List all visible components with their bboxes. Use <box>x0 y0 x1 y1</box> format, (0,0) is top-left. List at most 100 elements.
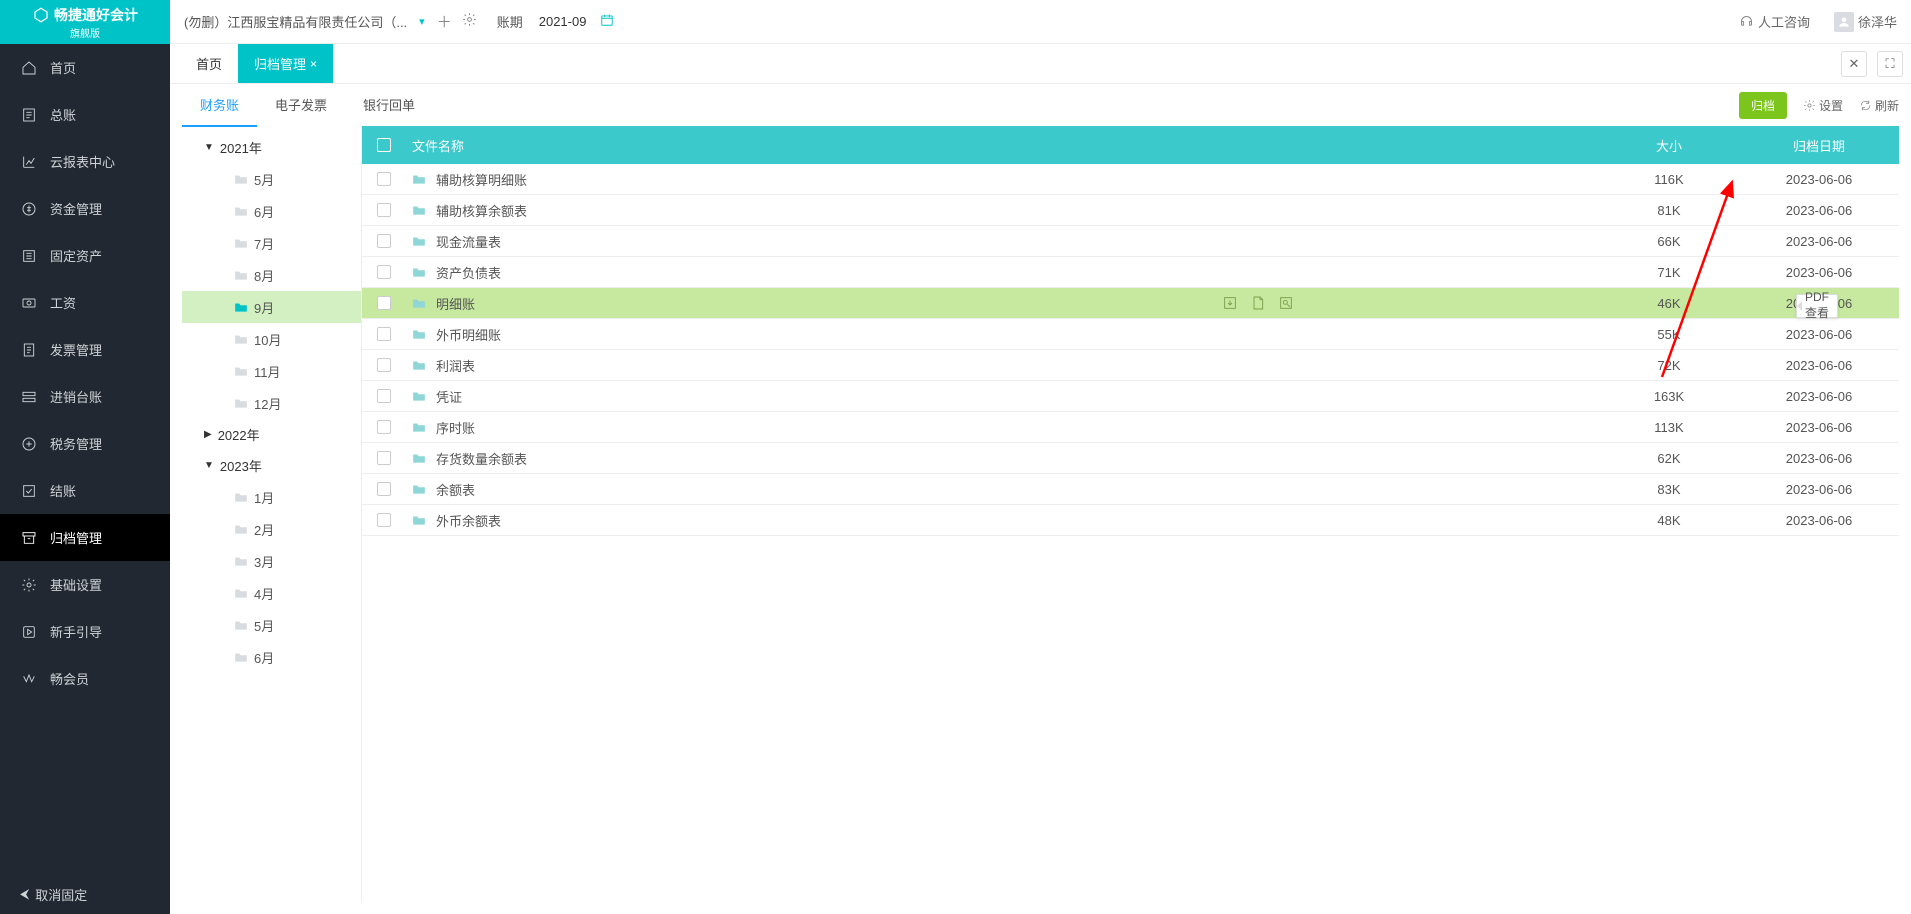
close-all-button[interactable]: ✕ <box>1841 51 1867 77</box>
file-size: 116K <box>1599 172 1739 187</box>
sidebar-item-salary[interactable]: 工资 <box>0 279 170 326</box>
unpin-button[interactable]: ⮜ 取消固定 <box>0 874 170 914</box>
sidebar-item-ledger[interactable]: 总账 <box>0 91 170 138</box>
folder-icon <box>234 205 248 217</box>
close-icon[interactable]: × <box>310 57 317 71</box>
pdf-icon[interactable] <box>1249 294 1267 312</box>
row-checkbox[interactable] <box>377 203 391 217</box>
table-row[interactable]: 明细账PDF查看46K2023-06-06 <box>362 288 1899 319</box>
file-name: 明细账 <box>436 294 475 313</box>
chevron-down-icon[interactable]: ▾ <box>419 15 425 28</box>
sidebar-item-guide[interactable]: 新手引导 <box>0 608 170 655</box>
row-checkbox[interactable] <box>377 513 391 527</box>
tree-month[interactable]: 7月 <box>182 227 361 259</box>
tree-month[interactable]: 5月 <box>182 163 361 195</box>
tree-month-label: 3月 <box>254 552 274 571</box>
table-row[interactable]: 现金流量表66K2023-06-06 <box>362 226 1899 257</box>
sidebar-item-chart[interactable]: 云报表中心 <box>0 138 170 185</box>
row-checkbox[interactable] <box>377 172 391 186</box>
folder-icon <box>412 297 426 309</box>
subtab-1[interactable]: 电子发票 <box>257 84 345 127</box>
file-date: 2023-06-06 <box>1739 172 1899 187</box>
row-checkbox[interactable] <box>377 389 391 403</box>
tree-month[interactable]: 11月 <box>182 355 361 387</box>
logo[interactable]: 畅捷通好会计 旗舰版 <box>0 0 170 44</box>
sidebar-item-money[interactable]: 资金管理 <box>0 185 170 232</box>
refresh-button[interactable]: 刷新 <box>1859 97 1899 114</box>
settings-button[interactable]: 设置 <box>1803 97 1843 114</box>
sidebar-item-asset[interactable]: 固定资产 <box>0 232 170 279</box>
fullscreen-button[interactable]: ⛶ <box>1877 51 1903 77</box>
table-row[interactable]: 辅助核算明细账116K2023-06-06 <box>362 164 1899 195</box>
row-checkbox[interactable] <box>377 327 391 341</box>
file-name: 外币明细账 <box>436 325 501 344</box>
settings-icon <box>20 576 38 594</box>
sidebar-item-home[interactable]: 首页 <box>0 44 170 91</box>
table-row[interactable]: 凭证163K2023-06-06 <box>362 381 1899 412</box>
folder-icon <box>412 328 426 340</box>
file-size: 55K <box>1599 327 1739 342</box>
period-value[interactable]: 2021-09 <box>539 14 587 29</box>
sidebar-item-close[interactable]: 结账 <box>0 467 170 514</box>
table-row[interactable]: 余额表83K2023-06-06 <box>362 474 1899 505</box>
row-checkbox[interactable] <box>377 420 391 434</box>
company-selector[interactable]: (勿删）江西服宝精品有限责任公司（... <box>184 12 407 31</box>
row-checkbox[interactable] <box>377 451 391 465</box>
row-checkbox[interactable] <box>377 265 391 279</box>
sidebar-item-settings[interactable]: 基础设置 <box>0 561 170 608</box>
subtab-2[interactable]: 银行回单 <box>345 84 433 127</box>
tree-month[interactable]: 10月 <box>182 323 361 355</box>
sidebar-item-vip[interactable]: 畅会员 <box>0 655 170 702</box>
tree-month[interactable]: 9月 <box>182 291 361 323</box>
tab-label: 归档管理 <box>254 54 306 73</box>
add-icon[interactable]: ＋ <box>437 11 452 32</box>
table-row[interactable]: 序时账113K2023-06-06 <box>362 412 1899 443</box>
calendar-icon[interactable] <box>600 13 614 30</box>
archive-button[interactable]: 归档 <box>1739 92 1787 119</box>
consult-button[interactable]: 人工咨询 <box>1739 12 1810 31</box>
logo-text: 畅捷通好会计 <box>54 5 138 25</box>
row-checkbox[interactable] <box>377 234 391 248</box>
tree-month[interactable]: 8月 <box>182 259 361 291</box>
file-date: 2023-06-06 <box>1739 203 1899 218</box>
file-date: 2023-06-06 <box>1739 513 1899 528</box>
preview-icon[interactable] <box>1277 294 1295 312</box>
tree-month[interactable]: 12月 <box>182 387 361 419</box>
tree-month[interactable]: 1月 <box>182 481 361 513</box>
sidebar-item-stock[interactable]: 进销台账 <box>0 373 170 420</box>
subtab-0[interactable]: 财务账 <box>182 84 257 127</box>
tree-month-label: 4月 <box>254 584 274 603</box>
folder-icon <box>412 359 426 371</box>
row-checkbox[interactable] <box>377 296 391 310</box>
tree-year[interactable]: ▶2022年 <box>182 419 361 450</box>
row-checkbox[interactable] <box>377 358 391 372</box>
tree-month[interactable]: 6月 <box>182 195 361 227</box>
table-row[interactable]: 外币明细账55K2023-06-06 <box>362 319 1899 350</box>
tree-month-label: 5月 <box>254 616 274 635</box>
tree-year[interactable]: ▼2021年 <box>182 132 361 163</box>
sidebar-item-tax[interactable]: 税务管理 <box>0 420 170 467</box>
table-row[interactable]: 外币余额表48K2023-06-06 <box>362 505 1899 536</box>
tree-year[interactable]: ▼2023年 <box>182 450 361 481</box>
table-row[interactable]: 利润表72K2023-06-06 <box>362 350 1899 381</box>
select-all-checkbox[interactable] <box>377 138 391 152</box>
tab-0[interactable]: 首页 <box>180 44 238 83</box>
tree-month[interactable]: 4月 <box>182 577 361 609</box>
header-name: 文件名称 <box>406 136 1599 155</box>
table-row[interactable]: 资产负债表71K2023-06-06 <box>362 257 1899 288</box>
sidebar-item-label: 新手引导 <box>50 622 102 641</box>
tree-month[interactable]: 2月 <box>182 513 361 545</box>
table-row[interactable]: 存货数量余额表62K2023-06-06 <box>362 443 1899 474</box>
sidebar-item-archive[interactable]: 归档管理 <box>0 514 170 561</box>
tree-month[interactable]: 5月 <box>182 609 361 641</box>
sidebar-item-invoice[interactable]: 发票管理 <box>0 326 170 373</box>
tab-1[interactable]: 归档管理 × <box>238 44 333 83</box>
download-icon[interactable] <box>1221 294 1239 312</box>
stock-icon <box>20 388 38 406</box>
table-row[interactable]: 辅助核算余额表81K2023-06-06 <box>362 195 1899 226</box>
user-menu[interactable]: 徐泽华 <box>1834 12 1897 32</box>
gear-icon[interactable] <box>462 12 477 31</box>
tree-month[interactable]: 6月 <box>182 641 361 673</box>
row-checkbox[interactable] <box>377 482 391 496</box>
tree-month[interactable]: 3月 <box>182 545 361 577</box>
